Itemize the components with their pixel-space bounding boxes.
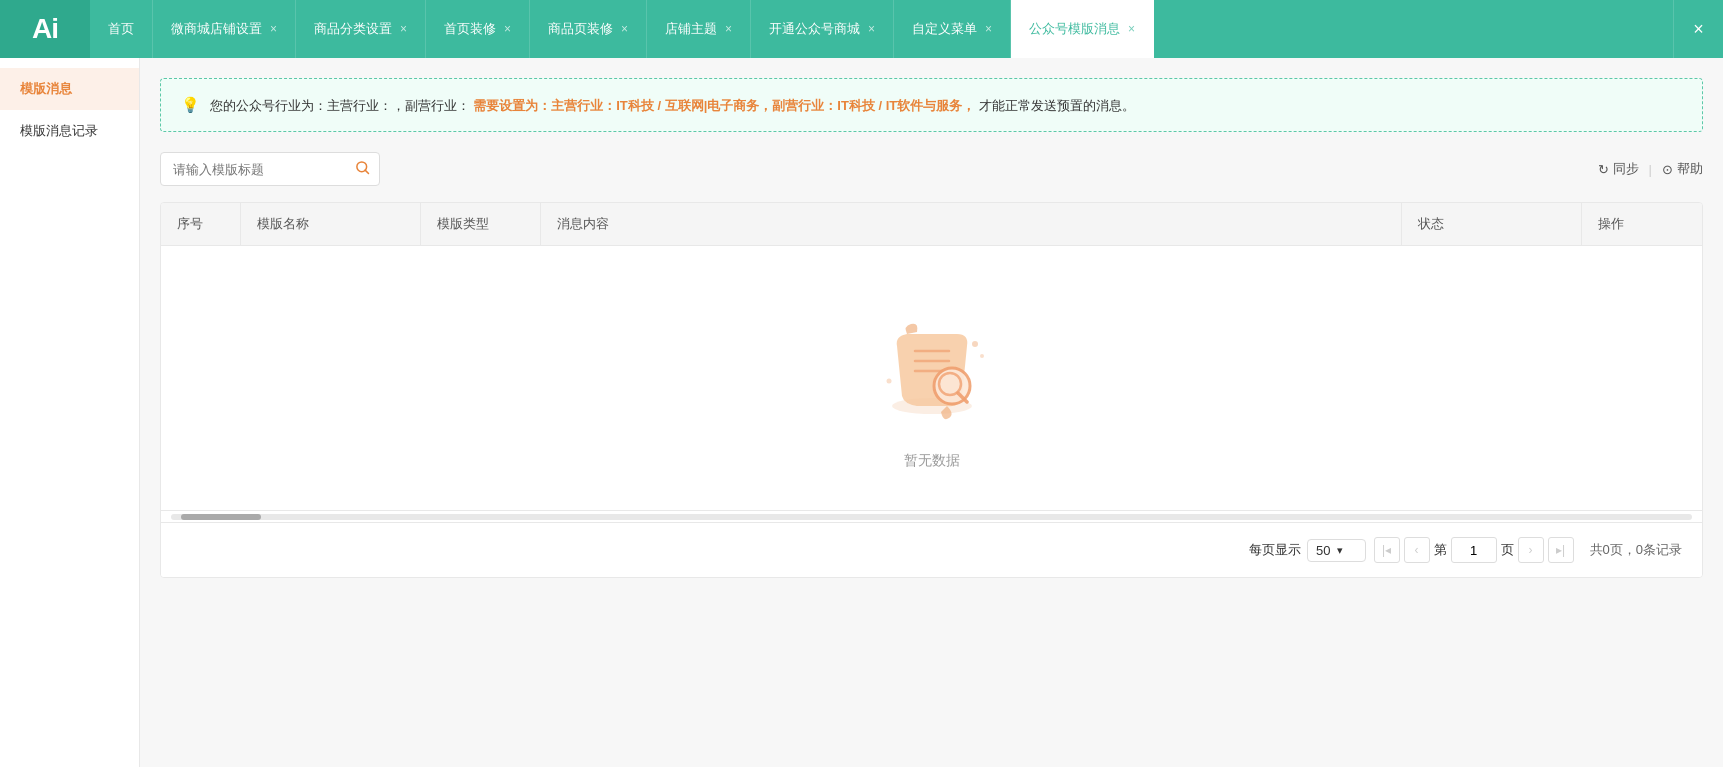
notice-text-after: 才能正常发送预置的消息。: [979, 98, 1135, 113]
nav-tab-home-decor[interactable]: 首页装修 ×: [426, 0, 530, 58]
search-bar: ↻ 同步 | ⊙ 帮助: [160, 152, 1703, 186]
search-icon[interactable]: [355, 160, 370, 178]
nav-tab-template-msg-close[interactable]: ×: [1128, 22, 1135, 36]
per-page-label: 每页显示: [1249, 541, 1301, 559]
svg-line-1: [365, 170, 368, 173]
nav-tab-store-theme-label: 店铺主题: [665, 20, 717, 38]
help-label: 帮助: [1677, 160, 1703, 178]
svg-point-10: [980, 354, 984, 358]
nav-tab-home-label: 首页: [108, 20, 134, 38]
sync-label: 同步: [1613, 160, 1639, 178]
nav-tab-home-decor-close[interactable]: ×: [504, 22, 511, 36]
divider: |: [1649, 162, 1652, 177]
notice-text-before: 您的公众号行业为：主营行业：，副营行业：: [210, 98, 470, 113]
dropdown-arrow-icon: ▾: [1337, 544, 1343, 557]
nav-tab-product-category[interactable]: 商品分类设置 ×: [296, 0, 426, 58]
table-col-type: 模版类型: [421, 203, 541, 245]
notice-highlight: 需要设置为：主营行业：IT科技 / 互联网|电子商务，副营行业：IT科技 / I…: [473, 98, 975, 113]
next-page-icon: ›: [1529, 543, 1533, 557]
svg-point-9: [972, 341, 978, 347]
nav-tab-store-theme[interactable]: 店铺主题 ×: [647, 0, 751, 58]
nav-tab-custom-menu-label: 自定义菜单: [912, 20, 977, 38]
help-icon: ⊙: [1662, 162, 1673, 177]
nav-tab-wshop-settings-label: 微商城店铺设置: [171, 20, 262, 38]
nav-tabs: 首页 微商城店铺设置 × 商品分类设置 × 首页装修 × 商品页装修 × 店铺主…: [90, 0, 1673, 58]
empty-text: 暂无数据: [904, 452, 960, 470]
first-page-button[interactable]: |◂: [1374, 537, 1400, 563]
nav-tab-open-mall[interactable]: 开通公众号商城 ×: [751, 0, 894, 58]
first-page-icon: |◂: [1382, 543, 1391, 557]
sync-button[interactable]: ↻ 同步: [1598, 160, 1639, 178]
page-nav: |◂ ‹ 第 页 › ▸|: [1374, 537, 1574, 563]
search-right: ↻ 同步 | ⊙ 帮助: [1598, 160, 1703, 178]
nav-tab-template-msg-label: 公众号模版消息: [1029, 20, 1120, 38]
table-col-status: 状态: [1402, 203, 1582, 245]
nav-tab-open-mall-close[interactable]: ×: [868, 22, 875, 36]
sync-icon: ↻: [1598, 162, 1609, 177]
per-page-select: 每页显示 50 ▾: [1249, 539, 1365, 562]
brand-logo: Ai: [0, 0, 90, 58]
search-input-wrap: [160, 152, 380, 186]
sidebar: 模版消息 模版消息记录: [0, 58, 140, 767]
last-page-icon: ▸|: [1556, 543, 1565, 557]
page-label-before: 第: [1434, 541, 1447, 559]
next-page-button[interactable]: ›: [1518, 537, 1544, 563]
sidebar-item-template-msg-record-label: 模版消息记录: [20, 123, 98, 138]
nav-tab-product-category-label: 商品分类设置: [314, 20, 392, 38]
table-container: 序号 模版名称 模版类型 消息内容 状态 操作: [160, 202, 1703, 578]
main-content: 💡 您的公众号行业为：主营行业：，副营行业： 需要设置为：主营行业：IT科技 /…: [140, 58, 1723, 767]
nav-tab-home[interactable]: 首页: [90, 0, 153, 58]
page-input[interactable]: [1451, 537, 1497, 563]
notice-icon: 💡: [181, 96, 200, 113]
nav-tab-custom-menu[interactable]: 自定义菜单 ×: [894, 0, 1011, 58]
page-label-after: 页: [1501, 541, 1514, 559]
nav-tab-open-mall-label: 开通公众号商城: [769, 20, 860, 38]
scrollbar-track[interactable]: [171, 514, 1692, 520]
nav-tab-product-decor-label: 商品页装修: [548, 20, 613, 38]
prev-page-button[interactable]: ‹: [1404, 537, 1430, 563]
per-page-value: 50: [1316, 543, 1330, 558]
sidebar-item-template-msg-label: 模版消息: [20, 81, 72, 96]
nav-tab-wshop-settings-close[interactable]: ×: [270, 22, 277, 36]
prev-page-icon: ‹: [1415, 543, 1419, 557]
empty-state: 暂无数据: [161, 246, 1702, 510]
empty-illustration: [867, 306, 997, 436]
nav-tab-product-decor[interactable]: 商品页装修 ×: [530, 0, 647, 58]
table-col-action: 操作: [1582, 203, 1702, 245]
sidebar-item-template-msg[interactable]: 模版消息: [0, 68, 139, 110]
table-col-content: 消息内容: [541, 203, 1402, 245]
table-col-name: 模版名称: [241, 203, 421, 245]
nav-tab-template-msg[interactable]: 公众号模版消息 ×: [1011, 0, 1154, 58]
notice-box: 💡 您的公众号行业为：主营行业：，副营行业： 需要设置为：主营行业：IT科技 /…: [160, 78, 1703, 132]
nav-tab-custom-menu-close[interactable]: ×: [985, 22, 992, 36]
nav-tab-store-theme-close[interactable]: ×: [725, 22, 732, 36]
last-page-button[interactable]: ▸|: [1548, 537, 1574, 563]
nav-tab-product-decor-close[interactable]: ×: [621, 22, 628, 36]
search-left: [160, 152, 380, 186]
top-nav: Ai 首页 微商城店铺设置 × 商品分类设置 × 首页装修 × 商品页装修 × …: [0, 0, 1723, 58]
pagination: 每页显示 50 ▾ |◂ ‹ 第 页: [161, 522, 1702, 577]
per-page-dropdown[interactable]: 50 ▾: [1307, 539, 1365, 562]
help-button[interactable]: ⊙ 帮助: [1662, 160, 1703, 178]
scrollbar-thumb[interactable]: [181, 514, 261, 520]
table-header: 序号 模版名称 模版类型 消息内容 状态 操作: [161, 203, 1702, 246]
nav-tab-product-category-close[interactable]: ×: [400, 22, 407, 36]
nav-close-all-button[interactable]: ×: [1673, 0, 1723, 58]
table-col-seq: 序号: [161, 203, 241, 245]
nav-tab-home-decor-label: 首页装修: [444, 20, 496, 38]
sidebar-item-template-msg-record[interactable]: 模版消息记录: [0, 110, 139, 152]
main-layout: 模版消息 模版消息记录 💡 您的公众号行业为：主营行业：，副营行业： 需要设置为…: [0, 58, 1723, 767]
nav-tab-wshop-settings[interactable]: 微商城店铺设置 ×: [153, 0, 296, 58]
search-input[interactable]: [160, 152, 380, 186]
total-info: 共0页，0条记录: [1590, 541, 1682, 559]
svg-point-11: [886, 379, 891, 384]
scrollbar-area: [161, 510, 1702, 522]
